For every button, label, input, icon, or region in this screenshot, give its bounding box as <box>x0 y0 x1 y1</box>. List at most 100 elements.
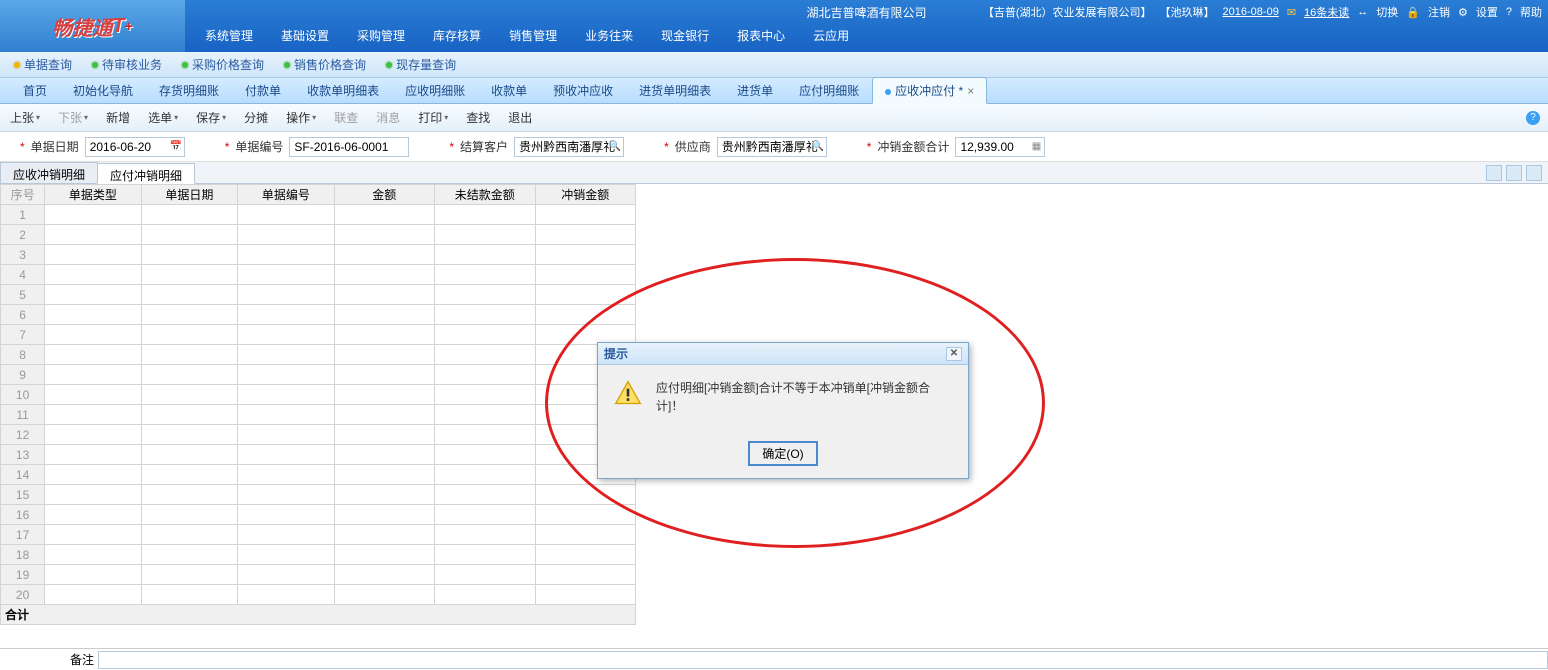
grid-cell[interactable] <box>334 505 434 525</box>
grid-cell[interactable] <box>334 585 434 605</box>
table-row[interactable]: 3 <box>1 245 636 265</box>
grid-cell[interactable] <box>45 325 141 345</box>
table-row[interactable]: 14 <box>1 465 636 485</box>
grid-cell[interactable] <box>45 465 141 485</box>
tab[interactable]: 收款单明细表 <box>294 77 392 103</box>
grid-cell[interactable] <box>141 285 237 305</box>
grid-cell[interactable] <box>238 285 334 305</box>
table-row[interactable]: 16 <box>1 505 636 525</box>
grid-cell[interactable] <box>334 525 434 545</box>
grid-cell[interactable] <box>435 445 535 465</box>
table-row[interactable]: 5 <box>1 285 636 305</box>
close-icon[interactable]: ✕ <box>946 347 962 361</box>
grid-cell[interactable] <box>435 365 535 385</box>
table-row[interactable]: 2 <box>1 225 636 245</box>
grid-cell[interactable] <box>435 325 535 345</box>
grid-cell[interactable] <box>45 565 141 585</box>
grid-cell[interactable] <box>535 285 636 305</box>
table-row[interactable]: 11 <box>1 405 636 425</box>
grid-header[interactable]: 金额 <box>334 185 434 205</box>
menu-item[interactable]: 系统管理 <box>205 23 253 48</box>
table-row[interactable]: 18 <box>1 545 636 565</box>
table-row[interactable]: 9 <box>1 365 636 385</box>
grid-cell[interactable] <box>334 285 434 305</box>
grid-cell[interactable] <box>334 545 434 565</box>
grid-cell[interactable] <box>435 545 535 565</box>
menu-item[interactable]: 采购管理 <box>357 23 405 48</box>
tab[interactable]: 应付明细账 <box>786 77 872 103</box>
grid-header[interactable]: 序号 <box>1 185 45 205</box>
table-row[interactable]: 15 <box>1 485 636 505</box>
grid-cell[interactable] <box>535 205 636 225</box>
grid-cell[interactable] <box>238 485 334 505</box>
grid-cell[interactable] <box>45 545 141 565</box>
grid-cell[interactable] <box>435 565 535 585</box>
grid-cell[interactable] <box>141 565 237 585</box>
table-row[interactable]: 8 <box>1 345 636 365</box>
grid-cell[interactable] <box>435 485 535 505</box>
grid-cell[interactable] <box>238 245 334 265</box>
grid-cell[interactable] <box>238 225 334 245</box>
grid-cell[interactable] <box>535 485 636 505</box>
grid-cell[interactable] <box>334 425 434 445</box>
menu-item[interactable]: 报表中心 <box>737 23 785 48</box>
grid-cell[interactable] <box>141 245 237 265</box>
grid-cell[interactable] <box>141 525 237 545</box>
table-row[interactable]: 4 <box>1 265 636 285</box>
grid-cell[interactable] <box>435 405 535 425</box>
grid-header[interactable]: 未结款金额 <box>435 185 535 205</box>
grid-cell[interactable] <box>535 225 636 245</box>
subbar-item[interactable]: 现存量查询 <box>386 56 456 73</box>
grid-cell[interactable] <box>535 245 636 265</box>
grid-cell[interactable] <box>45 425 141 445</box>
message-button[interactable]: 消息 <box>376 109 400 126</box>
grid-cell[interactable] <box>45 265 141 285</box>
grid-cell[interactable] <box>45 365 141 385</box>
grid-cell[interactable] <box>141 365 237 385</box>
grid-cell[interactable] <box>334 445 434 465</box>
grid-cell[interactable] <box>45 585 141 605</box>
grid-cell[interactable] <box>45 205 141 225</box>
grid-cell[interactable] <box>535 265 636 285</box>
tab[interactable]: 预收冲应收 <box>540 77 626 103</box>
subbar-item[interactable]: 单据查询 <box>14 56 72 73</box>
next-button[interactable]: 下张▾ <box>58 109 88 126</box>
calc-icon[interactable]: ▦ <box>1029 140 1043 154</box>
table-row[interactable]: 17 <box>1 525 636 545</box>
menu-item[interactable]: 基础设置 <box>281 23 329 48</box>
grid-cell[interactable] <box>535 585 636 605</box>
grid-cell[interactable] <box>45 305 141 325</box>
grid-cell[interactable] <box>238 385 334 405</box>
grid-cell[interactable] <box>238 445 334 465</box>
exit-button[interactable]: 退出 <box>508 109 532 126</box>
grid-cell[interactable] <box>45 525 141 545</box>
tab[interactable]: 存货明细账 <box>146 77 232 103</box>
grid-cell[interactable] <box>238 545 334 565</box>
grid-cell[interactable] <box>535 565 636 585</box>
grid-cell[interactable] <box>535 525 636 545</box>
subbar-item[interactable]: 待审核业务 <box>92 56 162 73</box>
tab[interactable]: 付款单 <box>232 77 294 103</box>
grid-cell[interactable] <box>535 505 636 525</box>
table-row[interactable]: 20 <box>1 585 636 605</box>
split-button[interactable]: 分摊 <box>244 109 268 126</box>
link-button[interactable]: 联查 <box>334 109 358 126</box>
help-circle-icon[interactable]: ? <box>1526 111 1540 125</box>
grid-cell[interactable] <box>141 205 237 225</box>
menu-item[interactable]: 业务往来 <box>585 23 633 48</box>
grid-cell[interactable] <box>45 245 141 265</box>
grid-cell[interactable] <box>238 425 334 445</box>
grid-cell[interactable] <box>435 505 535 525</box>
detail-tab-payable[interactable]: 应付冲销明细 <box>97 163 195 184</box>
table-row[interactable]: 19 <box>1 565 636 585</box>
grid-cell[interactable] <box>535 305 636 325</box>
grid-cell[interactable] <box>334 205 434 225</box>
menu-item[interactable]: 销售管理 <box>509 23 557 48</box>
table-row[interactable]: 7 <box>1 325 636 345</box>
grid-cell[interactable] <box>141 545 237 565</box>
grid-cell[interactable] <box>334 245 434 265</box>
remark-input[interactable] <box>98 651 1548 669</box>
detail-tab-receivable[interactable]: 应收冲销明细 <box>0 162 98 183</box>
grid-cell[interactable] <box>435 465 535 485</box>
grid-cell[interactable] <box>334 385 434 405</box>
